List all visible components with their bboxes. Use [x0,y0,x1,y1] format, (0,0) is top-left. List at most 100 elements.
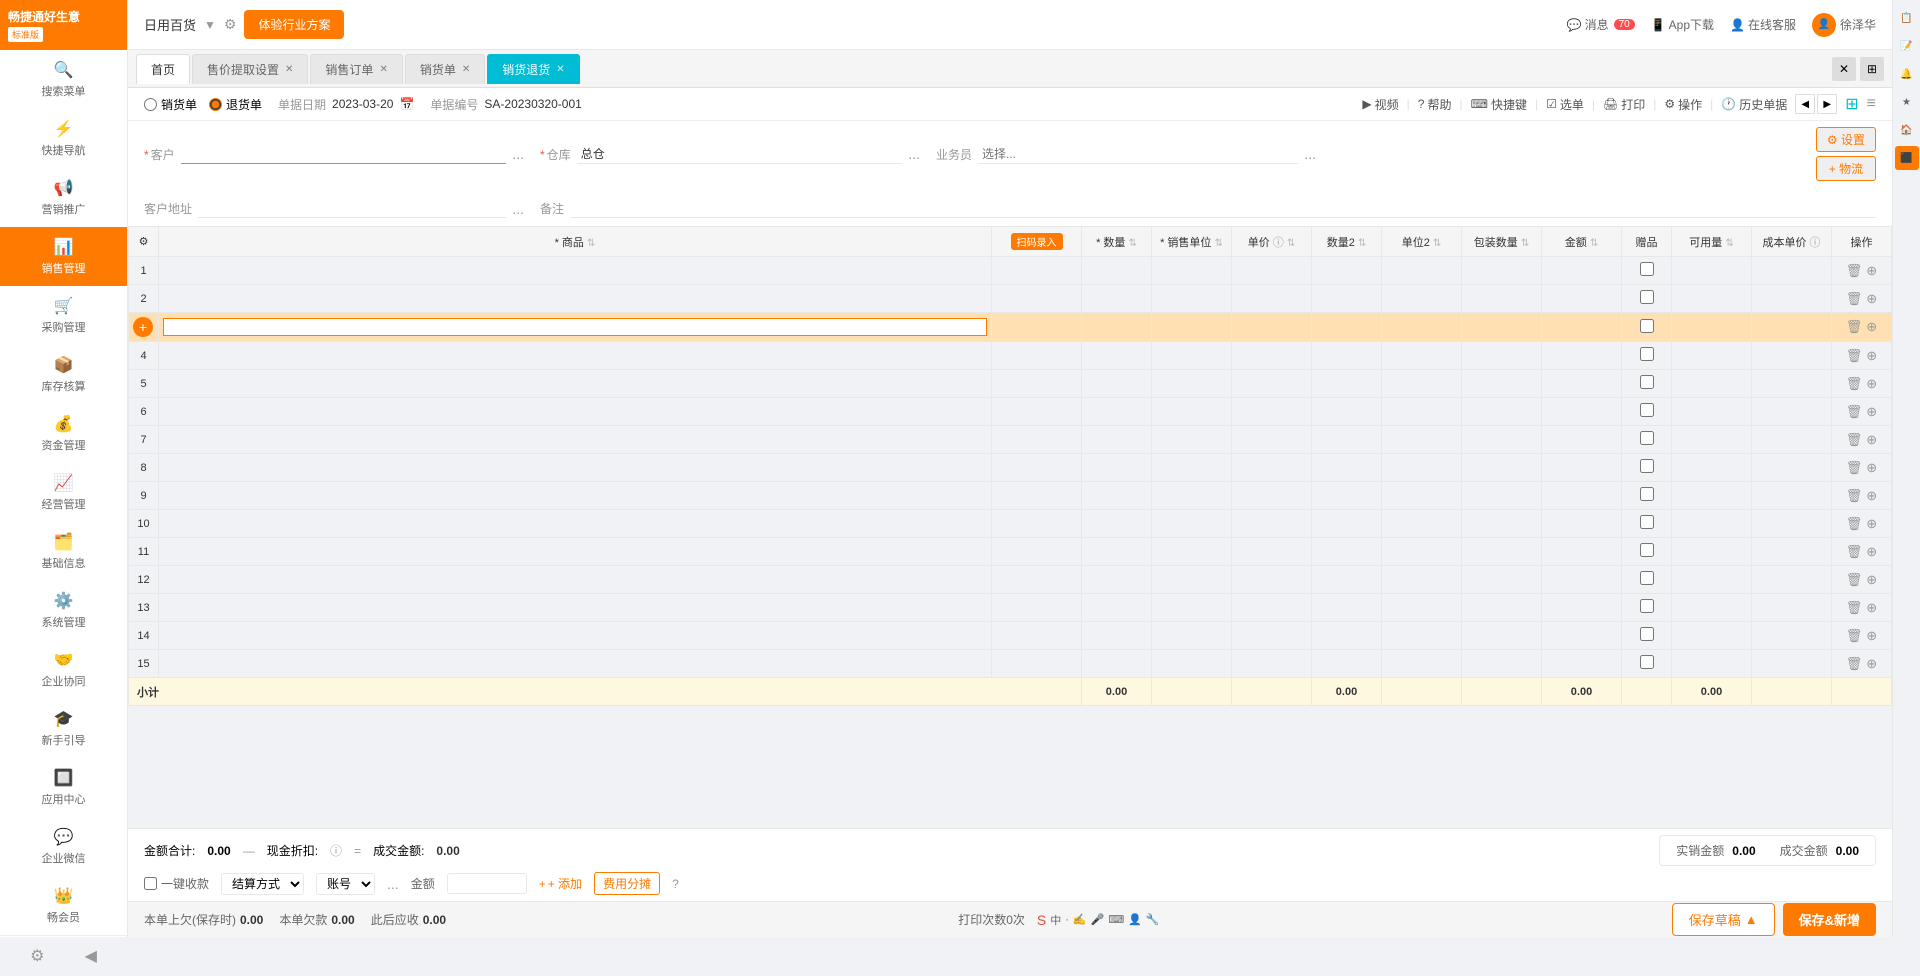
sidebar-item-guide[interactable]: 🎓 新手引导 [0,699,127,758]
unit-cell[interactable] [1152,313,1232,342]
gift-checkbox[interactable] [1640,431,1654,445]
operate-btn[interactable]: ⚙ 操作 [1664,96,1702,113]
help-btn[interactable]: ? 帮助 [1418,96,1452,113]
right-panel-btn-1[interactable]: 📋 [1895,6,1919,30]
copy-row-btn[interactable]: ⊕ [1866,432,1877,448]
unit2-cell[interactable] [1382,285,1462,313]
gift-checkbox[interactable] [1640,459,1654,473]
copy-row-btn[interactable]: ⊕ [1866,544,1877,560]
right-panel-btn-5[interactable]: 🏠 [1895,118,1919,142]
fee-help-icon[interactable]: ? [672,877,679,891]
history-btn[interactable]: 🕐 历史单据 [1721,96,1787,113]
remark-input[interactable] [570,199,1876,218]
delete-row-btn[interactable]: 🗑 [1846,460,1863,476]
delete-row-btn[interactable]: 🗑 [1846,263,1863,279]
gift-checkbox[interactable] [1640,403,1654,417]
user-area[interactable]: 👤 徐泽华 [1812,13,1876,37]
qty2-cell[interactable] [1312,313,1382,342]
qty2-cell[interactable] [1312,285,1382,313]
product-cell[interactable] [159,257,992,285]
sidebar-item-search[interactable]: 🔍 搜索菜单 [0,50,127,109]
topbar-gear-icon[interactable]: ⚙ [224,16,237,33]
doc-settings-btn[interactable]: ⚙ 设置 [1816,127,1876,152]
right-panel-btn-3[interactable]: 🔔 [1895,62,1919,86]
warehouse-input[interactable] [577,145,903,164]
copy-row-btn[interactable]: ⊕ [1866,404,1877,420]
prev-record-btn[interactable]: ◀ [1795,94,1815,114]
calendar-icon[interactable]: 📅 [399,97,414,111]
copy-row-btn[interactable]: ⊕ [1866,348,1877,364]
tab-close-icon[interactable]: ✕ [379,64,387,75]
gift-checkbox[interactable] [1640,515,1654,529]
delete-row-btn[interactable]: 🗑 [1846,488,1863,504]
sidebar-item-purchase[interactable]: 🛒 采购管理 [0,286,127,345]
save-new-btn[interactable]: 保存&新增 [1783,903,1876,936]
gift-checkbox[interactable] [1640,571,1654,585]
payment-method-select[interactable]: 结算方式 [221,873,304,895]
delete-row-btn[interactable]: 🗑 [1846,628,1863,644]
sort-icon[interactable]: ⇅ [1215,238,1223,249]
experience-btn[interactable]: 体验行业方案 [244,10,344,39]
sort-icon[interactable]: ⇅ [587,238,595,249]
close-tab-btn[interactable]: ✕ [1832,57,1856,81]
radio-return-input[interactable] [209,98,222,111]
gift-checkbox[interactable] [1640,543,1654,557]
sidebar-item-shortcut[interactable]: ⚡ 快捷导航 [0,109,127,168]
discount-info-icon[interactable]: ⓘ [330,842,342,859]
delete-row-btn[interactable]: 🗑 [1846,404,1863,420]
tab-home[interactable]: 首页 [136,54,190,84]
account-dots[interactable]: ... [387,876,399,892]
delete-row-btn[interactable]: 🗑 [1846,376,1863,392]
list-view-icon[interactable]: ≡ [1867,95,1876,113]
sort-icon[interactable]: ⇅ [1433,238,1441,249]
customer-input[interactable] [181,145,507,164]
tab-sales-order[interactable]: 销售订单 ✕ [310,54,402,84]
copy-row-btn[interactable]: ⊕ [1866,319,1877,335]
delete-row-btn[interactable]: 🗑 [1846,544,1863,560]
copy-row-btn[interactable]: ⊕ [1866,656,1877,672]
qty-cell[interactable] [1082,285,1152,313]
gift-cell[interactable] [1622,313,1672,342]
delete-row-btn[interactable]: 🗑 [1846,600,1863,616]
shortcut-btn[interactable]: ⌨ 快捷键 [1471,96,1527,113]
settings-bottom-icon[interactable]: ⚙ [30,946,44,966]
collapse-icon[interactable]: ◀ [85,946,97,966]
copy-row-btn[interactable]: ⊕ [1866,516,1877,532]
gift-checkbox[interactable] [1640,290,1654,304]
radio-return[interactable]: 退货单 [209,96,262,113]
delete-row-btn[interactable]: 🗑 [1846,656,1863,672]
maximize-tab-btn[interactable]: ⊞ [1860,57,1884,81]
pkg-cell[interactable] [1462,313,1542,342]
add-fee-btn[interactable]: + + 添加 [539,875,582,892]
address-input[interactable] [198,199,506,218]
sort-icon[interactable]: ⇅ [1358,238,1366,249]
sidebar-item-operation[interactable]: 📈 经营管理 [0,463,127,522]
copy-row-btn[interactable]: ⊕ [1866,376,1877,392]
tab-close-icon[interactable]: ✕ [285,64,293,75]
qty2-cell[interactable] [1312,257,1382,285]
app-download[interactable]: 📱 App下载 [1651,16,1714,33]
one-click-pay-checkbox[interactable] [144,877,157,890]
message-area[interactable]: 💬 消息 70 [1567,16,1635,33]
sort-icon[interactable]: ⇅ [1590,238,1598,249]
gift-checkbox[interactable] [1640,487,1654,501]
th-scan[interactable]: 扫码录入 [992,227,1082,257]
amount-cell[interactable] [1542,313,1622,342]
gift-checkbox[interactable] [1640,599,1654,613]
gift-checkbox[interactable] [1640,262,1654,276]
address-dots[interactable]: ... [512,201,524,217]
tab-price-settings[interactable]: 售价提取设置 ✕ [192,54,308,84]
amount-input[interactable] [447,873,527,894]
sidebar-item-inventory[interactable]: 📦 库存核算 [0,345,127,404]
next-record-btn[interactable]: ▶ [1817,94,1837,114]
copy-row-btn[interactable]: ⊕ [1866,572,1877,588]
unit2-cell[interactable] [1382,313,1462,342]
sort-icon[interactable]: ⇅ [1725,238,1733,249]
product-input[interactable] [163,318,987,336]
gift-checkbox[interactable] [1640,627,1654,641]
select-btn[interactable]: ☑ 选单 [1546,96,1584,113]
price-cell[interactable] [1232,313,1312,342]
sort-icon[interactable]: ⇅ [1521,238,1529,249]
add-row-btn[interactable]: + [133,317,153,337]
unit-cell[interactable] [1152,285,1232,313]
